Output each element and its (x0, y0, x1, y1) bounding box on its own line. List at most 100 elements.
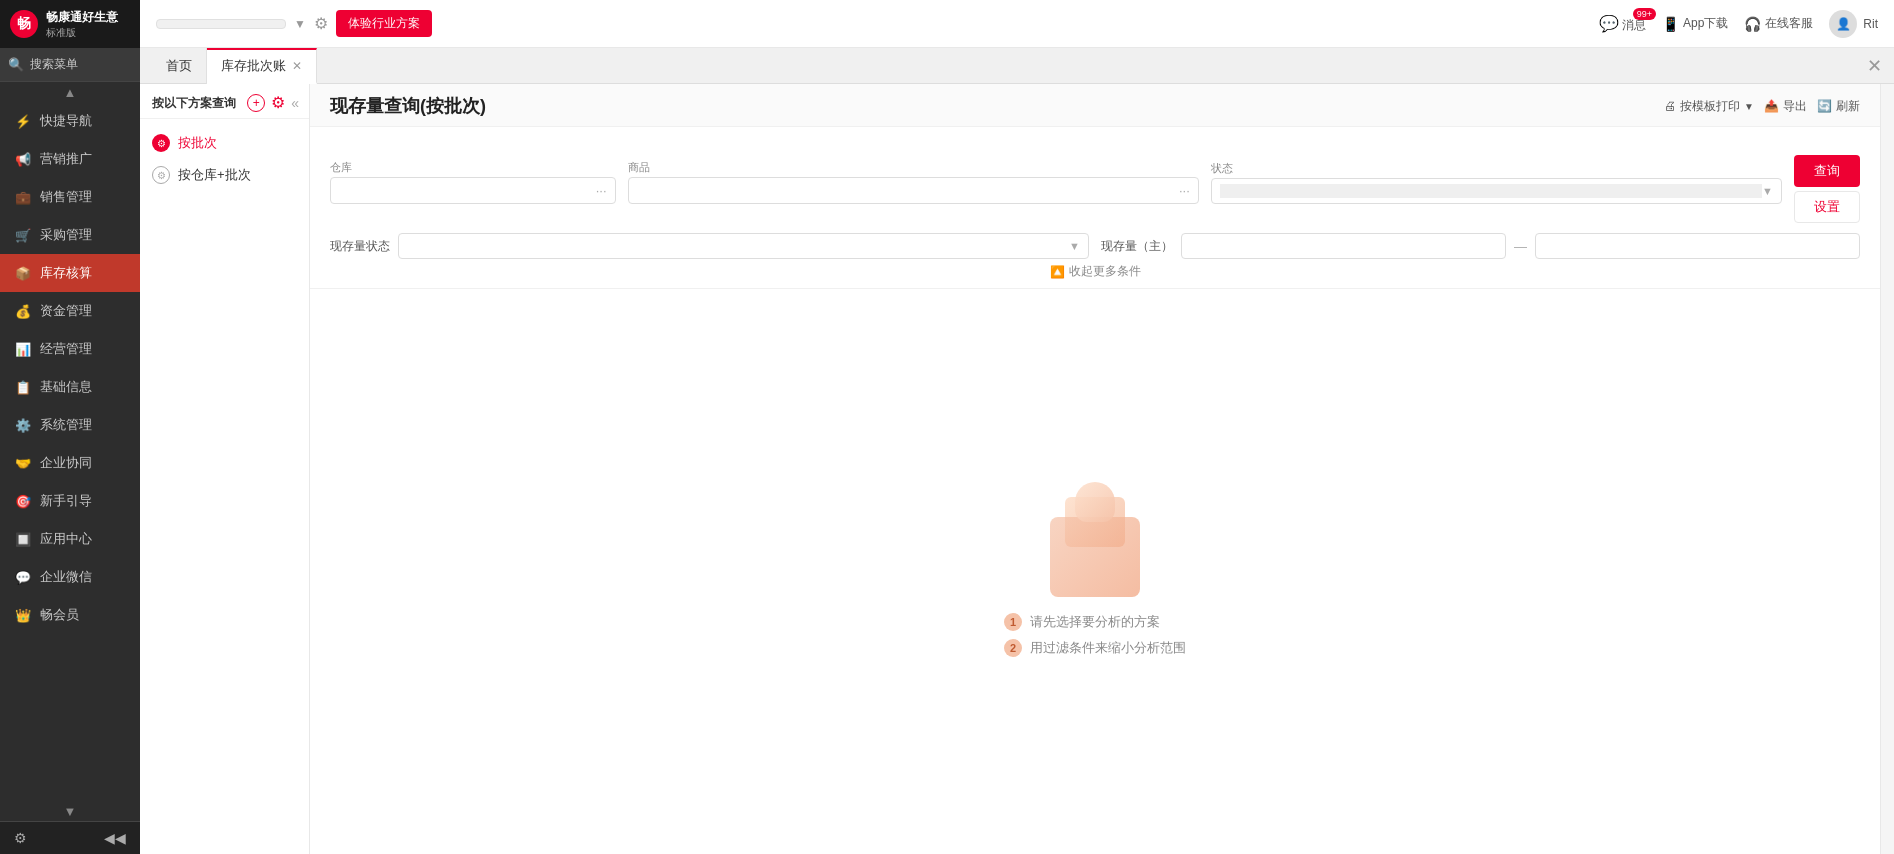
online-service-label: 在线客服 (1765, 15, 1813, 32)
sidebar-nav: ⚡ 快捷导航 📢 营销推广 💼 销售管理 🛒 采购管理 📦 库存核算 💰 资金管… (0, 102, 140, 801)
sales-icon: 💼 (14, 188, 32, 206)
goods-input[interactable] (637, 184, 1179, 198)
app-subtitle: 标准版 (46, 26, 118, 40)
sidebar-item-enterprise[interactable]: 🤝 企业协同 (0, 444, 140, 482)
tabbar: 首页 库存批次账 ✕ ✕ (140, 48, 1894, 84)
warehouse-dots[interactable]: ··· (596, 183, 607, 198)
basic-icon: 📋 (14, 378, 32, 396)
print-label: 按模板打印 (1680, 98, 1740, 115)
app-download-btn[interactable]: 📱 App下载 (1662, 15, 1728, 32)
topbar-settings-btn[interactable]: ⚙ (314, 14, 328, 33)
page-title-bar: 现存量查询(按批次) 🖨 按模板打印 ▼ 📤 导出 🔄 刷新 (310, 84, 1880, 127)
query-btn[interactable]: 查询 (1794, 155, 1860, 187)
sidebar-item-quick-nav[interactable]: ⚡ 快捷导航 (0, 102, 140, 140)
settings-btn[interactable]: 设置 (1794, 191, 1860, 223)
stock-qty-from-input[interactable] (1190, 239, 1497, 253)
empty-hint-1: 1 请先选择要分析的方案 (1004, 613, 1186, 631)
sidebar-item-basic[interactable]: 📋 基础信息 (0, 368, 140, 406)
stock-qty-to-input[interactable] (1544, 239, 1851, 253)
left-panel: 按以下方案查询 + ⚙ « ⚙ 按批次 ⚙ 按仓库+批次 (140, 84, 310, 854)
enterprise-icon: 🤝 (14, 454, 32, 472)
newbie-icon: 🎯 (14, 492, 32, 510)
empty-figure (1075, 482, 1115, 522)
topbar-dropdown-btn[interactable]: ▼ (294, 17, 306, 31)
scroll-up-btn[interactable]: ▲ (0, 82, 140, 102)
status-select[interactable]: 全部在库冻结 (1220, 184, 1762, 198)
warehouse-input[interactable] (339, 184, 596, 198)
topbar: ▼ ⚙ 体验行业方案 💬 99+ 消息 📱 App下载 🎧 在线客服 👤 (140, 0, 1894, 48)
export-label: 导出 (1783, 98, 1807, 115)
filter-row-1: 仓库···商品···状态全部在库冻结▼查询设置 (330, 141, 1860, 223)
stock-qty-label: 现存量（主） (1101, 238, 1173, 255)
collapse-more-btn[interactable]: 🔼 收起更多条件 (330, 263, 1860, 280)
sidebar-item-label: 系统管理 (40, 416, 92, 434)
sidebar-item-purchase[interactable]: 🛒 采购管理 (0, 216, 140, 254)
sidebar: 畅 畅康通好生意 标准版 🔍 搜索菜单 ▲ ⚡ 快捷导航 📢 营销推广 💼 销售… (0, 0, 140, 854)
stock-qty-dash: — (1514, 239, 1527, 254)
topbar-search-box (156, 19, 286, 29)
sidebar-item-label: 销售管理 (40, 188, 92, 206)
sidebar-item-weixin[interactable]: 💬 企业微信 (0, 558, 140, 596)
export-btn[interactable]: 📤 导出 (1764, 98, 1807, 115)
tab-close-btn[interactable]: ✕ (292, 60, 302, 72)
sidebar-header: 畅 畅康通好生意 标准版 (0, 0, 140, 48)
settings-gear-icon[interactable]: ⚙ (14, 830, 27, 846)
scroll-down-btn[interactable]: ▼ (0, 801, 140, 821)
sidebar-item-label: 新手引导 (40, 492, 92, 510)
sidebar-item-marketing[interactable]: 📢 营销推广 (0, 140, 140, 178)
refresh-btn[interactable]: 🔄 刷新 (1817, 98, 1860, 115)
tab-batch-account[interactable]: 库存批次账 ✕ (207, 48, 317, 84)
search-icon: 🔍 (8, 57, 24, 72)
purchase-icon: 🛒 (14, 226, 32, 244)
sidebar-item-member[interactable]: 👑 畅会员 (0, 596, 140, 634)
topbar-left: ▼ ⚙ 体验行业方案 (156, 10, 1587, 37)
sidebar-item-system[interactable]: ⚙️ 系统管理 (0, 406, 140, 444)
status-chevron: ▼ (1762, 185, 1773, 197)
scheme-settings-btn[interactable]: ⚙ (271, 95, 285, 111)
print-btn[interactable]: 🖨 按模板打印 ▼ (1664, 98, 1754, 115)
tab-home[interactable]: 首页 (152, 48, 207, 84)
scheme-item-batch[interactable]: ⚙ 按批次 (140, 127, 309, 159)
marketing-icon: 📢 (14, 150, 32, 168)
user-menu[interactable]: 👤 Rit (1829, 10, 1878, 38)
sidebar-item-label: 采购管理 (40, 226, 92, 244)
stock-status-label: 现存量状态 (330, 238, 390, 255)
finance-icon: 💰 (14, 302, 32, 320)
scheme-icon-batch: ⚙ (152, 134, 170, 152)
industry-btn[interactable]: 体验行业方案 (336, 10, 432, 37)
sidebar-item-label: 应用中心 (40, 530, 92, 548)
goods-dots[interactable]: ··· (1179, 183, 1190, 198)
stock-status-dropdown-icon: ▼ (1069, 240, 1080, 252)
sidebar-collapse-icon[interactable]: ◀◀ (104, 830, 126, 846)
tab-close-x-btn[interactable]: ✕ (1867, 55, 1882, 77)
messages-label: 消息 (1622, 18, 1646, 32)
left-panel-collapse-btn[interactable]: « (291, 96, 299, 110)
sidebar-item-label: 企业协同 (40, 454, 92, 472)
page-title-actions: 🖨 按模板打印 ▼ 📤 导出 🔄 刷新 (1664, 98, 1860, 115)
sidebar-search[interactable]: 🔍 搜索菜单 (0, 48, 140, 82)
empty-state: 1 请先选择要分析的方案 2 用过滤条件来缩小分析范围 (310, 289, 1880, 854)
stock-status-select[interactable]: 全部 (407, 239, 1065, 253)
sidebar-item-label: 库存核算 (40, 264, 92, 282)
scheme-label-warehouse-batch: 按仓库+批次 (178, 166, 251, 184)
user-name: Rit (1863, 17, 1878, 31)
stock-qty-to-wrap[interactable] (1535, 233, 1860, 259)
sidebar-item-inventory[interactable]: 📦 库存核算 (0, 254, 140, 292)
message-icon: 💬 (1599, 15, 1619, 32)
sidebar-item-finance[interactable]: 💰 资金管理 (0, 292, 140, 330)
online-service-btn[interactable]: 🎧 在线客服 (1744, 15, 1813, 32)
sidebar-item-apps[interactable]: 🔲 应用中心 (0, 520, 140, 558)
hint-num-1: 1 (1004, 613, 1022, 631)
sidebar-item-sales[interactable]: 💼 销售管理 (0, 178, 140, 216)
stock-status-select-wrap[interactable]: 全部 ▼ (398, 233, 1089, 259)
sidebar-item-newbie[interactable]: 🎯 新手引导 (0, 482, 140, 520)
scheme-item-warehouse-batch[interactable]: ⚙ 按仓库+批次 (140, 159, 309, 191)
refresh-icon: 🔄 (1817, 99, 1832, 113)
sidebar-item-operation[interactable]: 📊 经营管理 (0, 330, 140, 368)
hint-num-2: 2 (1004, 639, 1022, 657)
sidebar-bottom: ⚙ ◀◀ (0, 821, 140, 854)
messages-btn[interactable]: 💬 99+ 消息 (1599, 14, 1646, 34)
right-scrollbar[interactable] (1880, 84, 1894, 854)
stock-qty-from-wrap[interactable] (1181, 233, 1506, 259)
add-scheme-btn[interactable]: + (247, 94, 265, 112)
